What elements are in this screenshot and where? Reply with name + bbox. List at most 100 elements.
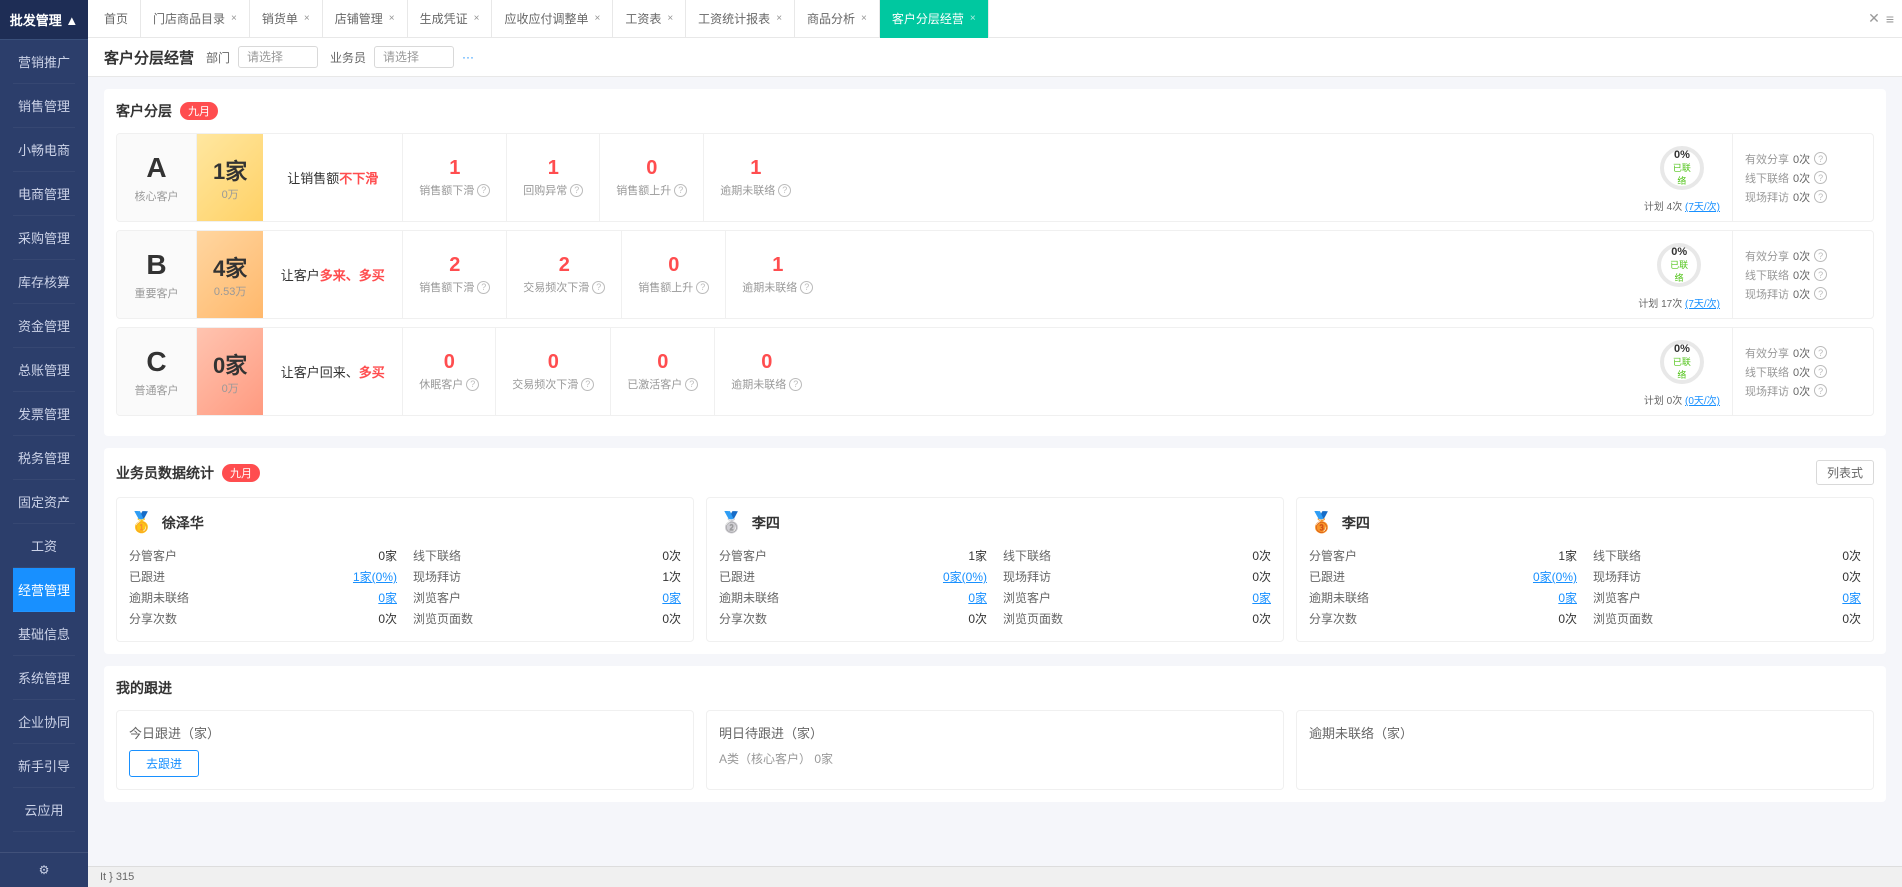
- sidebar-item-小畅电商[interactable]: 小畅电商: [13, 128, 75, 172]
- staff-stat-row: 逾期未联络0家: [129, 587, 397, 608]
- settings-icon[interactable]: ⚙: [0, 852, 88, 887]
- tab-商品分析[interactable]: 商品分析×: [795, 0, 880, 38]
- plan-link[interactable]: (7天/次): [1685, 202, 1720, 213]
- plan-link[interactable]: (7天/次): [1685, 299, 1720, 310]
- info-icon[interactable]: ?: [1814, 249, 1827, 262]
- staff-stat-row: 浏览客户0家: [1593, 587, 1861, 608]
- tier-stats-C: 0休眠客户 ?0交易频次下滑 ?0已激活客户 ?0逾期未联络 ?: [403, 328, 1632, 415]
- sidebar-item-销售管理[interactable]: 销售管理: [13, 84, 75, 128]
- staff-stat-label: 现场拜访: [1593, 568, 1641, 585]
- sidebar-item-云应用[interactable]: 云应用: [13, 788, 75, 832]
- sidebar-item-营销推广[interactable]: 营销推广: [13, 40, 75, 84]
- staff-stat-value[interactable]: 0家: [1842, 589, 1861, 606]
- staff-label: 业务员: [330, 49, 366, 66]
- staff-stat-value: 0次: [662, 547, 681, 564]
- tab-生成凭证[interactable]: 生成凭证×: [408, 0, 493, 38]
- sidebar-item-电商管理[interactable]: 电商管理: [13, 172, 75, 216]
- info-icon[interactable]: ?: [685, 378, 698, 391]
- info-icon[interactable]: ?: [1814, 287, 1827, 300]
- staff-stat-value[interactable]: 0家: [1252, 589, 1271, 606]
- stat-label: 交易频次下滑 ?: [523, 279, 605, 295]
- sidebar-item-总账管理[interactable]: 总账管理: [13, 348, 75, 392]
- tab-more-button[interactable]: ≡: [1886, 11, 1894, 27]
- info-icon[interactable]: ?: [800, 281, 813, 294]
- sidebar-item-基础信息[interactable]: 基础信息: [13, 612, 75, 656]
- stat-label: 交易频次下滑 ?: [512, 376, 594, 392]
- dept-select[interactable]: 请选择: [238, 46, 318, 68]
- plan-link[interactable]: (0天/次): [1685, 396, 1720, 407]
- staff-stat-value: 0次: [1842, 610, 1861, 627]
- info-icon[interactable]: ?: [592, 281, 605, 294]
- tier-label-A: A核心客户: [117, 134, 197, 221]
- staff-stat-value[interactable]: 0家: [378, 589, 397, 606]
- tab-close-icon[interactable]: ×: [594, 13, 600, 24]
- tier-count-block-A: 1家0万: [197, 134, 263, 221]
- stat-num: 2: [449, 254, 460, 277]
- sidebar-item-固定资产[interactable]: 固定资产: [13, 480, 75, 524]
- info-icon[interactable]: ?: [570, 184, 583, 197]
- info-icon[interactable]: ?: [581, 378, 594, 391]
- sidebar-logo[interactable]: 批发管理 ▲: [0, 0, 88, 40]
- sidebar-item-经营管理[interactable]: 经营管理: [13, 568, 75, 612]
- sidebar-item-采购管理[interactable]: 采购管理: [13, 216, 75, 260]
- info-icon[interactable]: ?: [1814, 268, 1827, 281]
- tier-section-header: 客户分层 九月: [116, 101, 1874, 121]
- tab-close-icon[interactable]: ×: [970, 13, 976, 24]
- info-icon[interactable]: ?: [466, 378, 479, 391]
- tab-门店商品目录[interactable]: 门店商品目录×: [141, 0, 250, 38]
- tab-销货单[interactable]: 销货单×: [250, 0, 323, 38]
- staff-stat-row: 浏览页面数0次: [1593, 608, 1861, 629]
- staff-stat-value[interactable]: 0家: [968, 589, 987, 606]
- filter-more-icon[interactable]: ···: [462, 50, 474, 64]
- info-icon[interactable]: ?: [1814, 171, 1827, 184]
- tab-close-icon[interactable]: ×: [776, 13, 782, 24]
- tab-工资统计报表[interactable]: 工资统计报表×: [686, 0, 795, 38]
- tab-客户分层经营[interactable]: 客户分层经营×: [880, 0, 989, 38]
- tab-应收应付调整单[interactable]: 应收应付调整单×: [492, 0, 613, 38]
- info-icon[interactable]: ?: [789, 378, 802, 391]
- tab-首页[interactable]: 首页: [92, 0, 141, 38]
- tier-label-B: B重要客户: [117, 231, 197, 318]
- info-icon[interactable]: ?: [477, 184, 490, 197]
- info-icon[interactable]: ?: [1814, 152, 1827, 165]
- list-view-button[interactable]: 列表式: [1816, 460, 1874, 485]
- staff-stat-value[interactable]: 1家(0%): [353, 568, 397, 585]
- sidebar-item-税务管理[interactable]: 税务管理: [13, 436, 75, 480]
- staff-medal: 🥇: [129, 510, 154, 535]
- staff-stat-value[interactable]: 0家(0%): [943, 568, 987, 585]
- sidebar-item-库存核算[interactable]: 库存核算: [13, 260, 75, 304]
- sidebar-item-资金管理[interactable]: 资金管理: [13, 304, 75, 348]
- info-icon[interactable]: ?: [674, 184, 687, 197]
- staff-stat-value[interactable]: 0家(0%): [1533, 568, 1577, 585]
- info-icon[interactable]: ?: [1814, 384, 1827, 397]
- staff-stat-row: 分享次数0次: [1309, 608, 1577, 629]
- tab-close-all-button[interactable]: ✕: [1868, 10, 1880, 27]
- tab-close-icon[interactable]: ×: [861, 13, 867, 24]
- info-icon[interactable]: ?: [1814, 346, 1827, 359]
- staff-select[interactable]: 请选择: [374, 46, 454, 68]
- sidebar-item-企业协同[interactable]: 企业协同: [13, 700, 75, 744]
- info-icon[interactable]: ?: [1814, 190, 1827, 203]
- info-icon[interactable]: ?: [778, 184, 791, 197]
- sidebar-item-新手引导[interactable]: 新手引导: [13, 744, 75, 788]
- tab-close-icon[interactable]: ×: [231, 13, 237, 24]
- circle-container: 0% 已联络: [1656, 336, 1708, 388]
- tab-close-icon[interactable]: ×: [304, 13, 310, 24]
- tab-close-icon[interactable]: ×: [474, 13, 480, 24]
- stat-label: 销售额下滑 ?: [419, 182, 490, 198]
- tab-工资表[interactable]: 工资表×: [613, 0, 686, 38]
- info-icon[interactable]: ?: [477, 281, 490, 294]
- staff-stat-label: 已跟进: [129, 568, 165, 585]
- staff-stat-value[interactable]: 0家: [662, 589, 681, 606]
- sidebar-item-工资[interactable]: 工资: [13, 524, 75, 568]
- tab-店铺管理[interactable]: 店铺管理×: [323, 0, 408, 38]
- info-icon[interactable]: ?: [1814, 365, 1827, 378]
- info-icon[interactable]: ?: [696, 281, 709, 294]
- staff-stat-value[interactable]: 0家: [1558, 589, 1577, 606]
- staff-stat-label: 线下联络: [413, 547, 461, 564]
- sidebar-item-系统管理[interactable]: 系统管理: [13, 656, 75, 700]
- followup-goto-button[interactable]: 去跟进: [129, 750, 199, 777]
- tab-close-icon[interactable]: ×: [667, 13, 673, 24]
- sidebar-item-发票管理[interactable]: 发票管理: [13, 392, 75, 436]
- tab-close-icon[interactable]: ×: [389, 13, 395, 24]
